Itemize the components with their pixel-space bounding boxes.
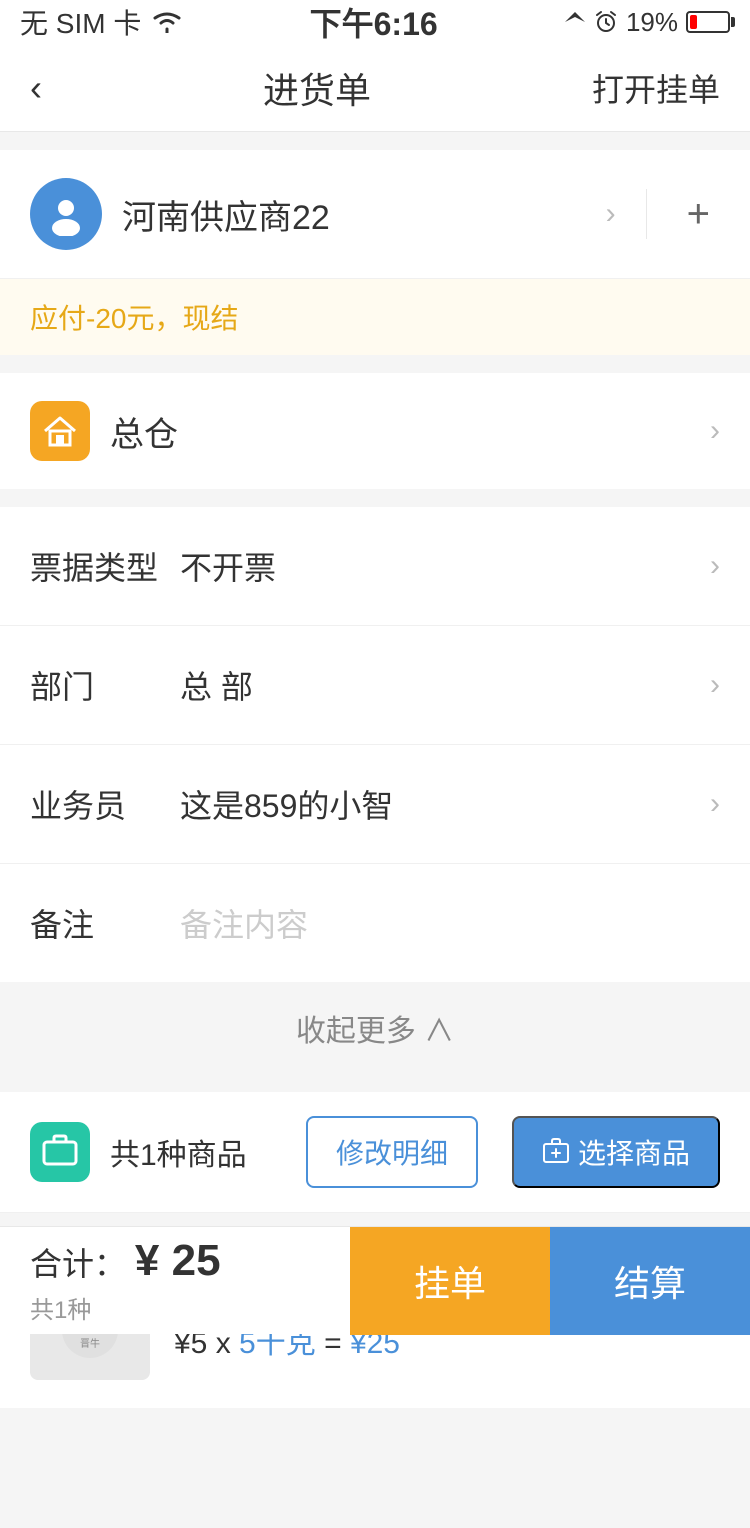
products-header: 共1种商品 修改明细 选择商品 [0,1092,750,1213]
total-label-row: 合计： ¥ 25 [30,1236,320,1286]
warehouse-icon [30,401,90,461]
status-right: 19% [564,7,730,38]
staff-value: 这是859的小智 [160,781,710,827]
invoice-row[interactable]: 票据类型 不开票 › [0,507,750,626]
vertical-divider [646,189,647,239]
invoice-chevron-icon: › [710,549,720,583]
select-product-label: 选择商品 [578,1132,690,1172]
bottom-spacer [0,1408,750,1528]
battery-text: 19% [626,7,678,38]
dept-label: 部门 [30,662,160,708]
supplier-row[interactable]: 河南供应商22 › + [0,150,750,279]
back-button[interactable]: ‹ [30,67,42,109]
remark-input[interactable]: 备注内容 [160,900,720,946]
supplier-name: 河南供应商22 [122,190,586,239]
warehouse-chevron-icon: › [710,414,720,448]
total-section: 合计： ¥ 25 共1种 [0,1236,350,1325]
divider-1 [0,132,750,150]
wifi-icon [151,11,183,33]
collapse-toggle[interactable]: 收起更多 ∧ [0,982,750,1074]
supplier-chevron-icon: › [606,197,616,231]
products-icon [30,1122,90,1182]
remark-label: 备注 [30,900,160,946]
alarm-icon [594,10,618,34]
status-bar: 无 SIM 卡 下午6:16 19% [0,0,750,44]
bottom-bar: 合计： ¥ 25 共1种 挂单 结算 [0,1226,750,1334]
page-title: 进货单 [263,62,371,114]
divider-4 [0,1074,750,1092]
products-count: 共1种商品 [110,1130,286,1174]
supplier-avatar [30,178,102,250]
total-label: 合计： [30,1246,126,1282]
staff-label: 业务员 [30,781,160,827]
status-left: 无 SIM 卡 [20,2,183,42]
open-suspend-button[interactable]: 打开挂单 [592,65,720,111]
status-time: 下午6:16 [310,0,438,45]
battery-icon [686,11,730,33]
nav-bar: ‹ 进货单 打开挂单 [0,44,750,132]
person-icon [44,192,88,236]
warning-banner: 应付-20元，现结 [0,279,750,355]
total-amount: ¥ 25 [135,1236,221,1285]
dept-row[interactable]: 部门 总 部 › [0,626,750,745]
staff-chevron-icon: › [710,787,720,821]
warehouse-section: 总仓 › [0,373,750,489]
warehouse-name: 总仓 [110,407,690,456]
remark-row[interactable]: 备注 备注内容 [0,864,750,982]
form-section: 票据类型 不开票 › 部门 总 部 › 业务员 这是859的小智 › 备注 备注… [0,507,750,982]
select-product-icon [542,1138,570,1166]
collapse-label: 收起更多 ∧ [296,1006,454,1050]
total-count: 共1种 [30,1290,320,1325]
dept-value: 总 部 [160,662,710,708]
divider-2 [0,355,750,373]
cart-icon [42,1134,78,1170]
home-icon [42,413,78,449]
add-supplier-button[interactable]: + [677,192,720,237]
suspend-button[interactable]: 挂单 [350,1227,550,1335]
svg-text:晋牛: 晋牛 [80,1337,100,1350]
select-product-button[interactable]: 选择商品 [512,1116,720,1188]
edit-detail-button[interactable]: 修改明细 [306,1116,478,1188]
staff-row[interactable]: 业务员 这是859的小智 › [0,745,750,864]
divider-3 [0,489,750,507]
carrier-text: 无 SIM 卡 [20,2,141,42]
warehouse-row[interactable]: 总仓 › [0,373,750,489]
invoice-label: 票据类型 [30,543,160,589]
checkout-button[interactable]: 结算 [550,1227,750,1335]
dept-chevron-icon: › [710,668,720,702]
supplier-section: 河南供应商22 › + 应付-20元，现结 [0,150,750,355]
location-icon [564,11,586,33]
invoice-value: 不开票 [160,543,710,589]
